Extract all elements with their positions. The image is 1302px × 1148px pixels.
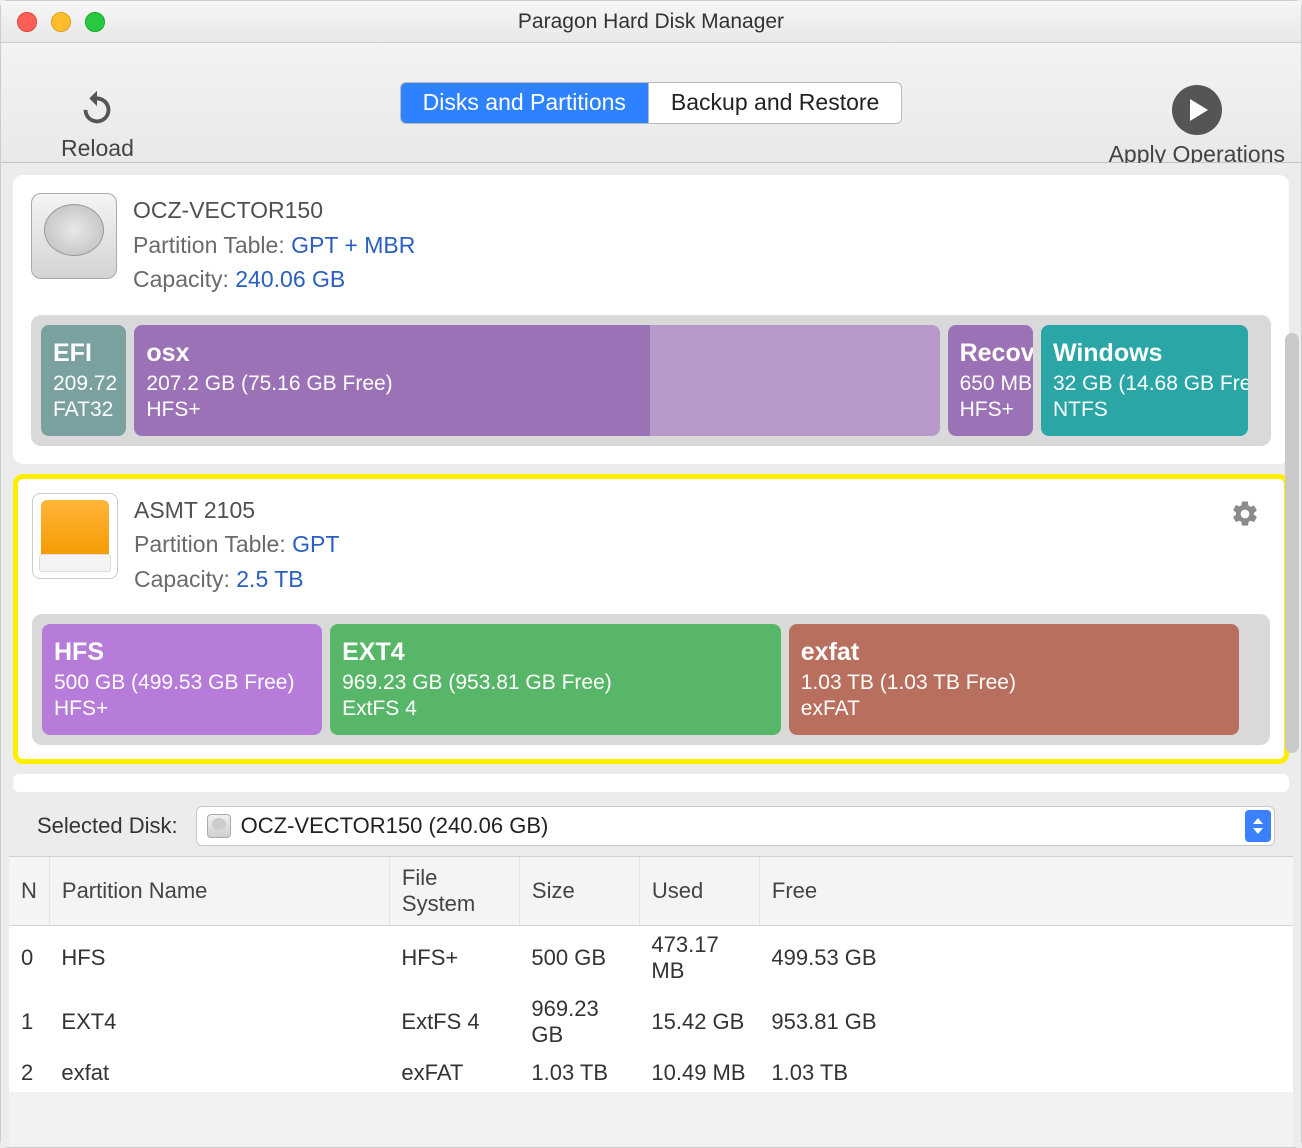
selected-disk-combo[interactable]: OCZ-VECTOR150 (240.06 GB) — [196, 806, 1275, 846]
table-row[interactable]: 0HFSHFS+500 GB473.17 MB499.53 GB — [9, 926, 1293, 991]
capacity-label: Capacity: — [133, 266, 235, 292]
ptable-label: Partition Table: — [133, 232, 291, 258]
partition-fs: ExtFS 4 — [342, 697, 769, 721]
gear-icon[interactable] — [1230, 499, 1260, 534]
hdd-icon — [31, 193, 117, 279]
table-row[interactable]: 1EXT4ExtFS 4969.23 GB15.42 GB953.81 GB — [9, 990, 1293, 1054]
cell-n: 2 — [9, 1054, 49, 1092]
apply-operations-button[interactable]: Apply Operations — [1109, 85, 1285, 168]
cell-size: 500 GB — [519, 926, 639, 991]
partition-size: 1.03 TB (1.03 TB Free) — [801, 671, 1228, 695]
cell-free: 1.03 TB — [759, 1054, 1293, 1092]
col-name[interactable]: Partition Name — [49, 857, 389, 926]
titlebar: Paragon Hard Disk Manager — [1, 1, 1301, 43]
cell-n: 0 — [9, 926, 49, 991]
disk-meta: ASMT 2105 Partition Table: GPT Capacity: 2… — [134, 493, 339, 597]
cell-name: EXT4 — [49, 990, 389, 1054]
partition-fs: FAT32 — [53, 398, 114, 422]
view-segmented-control: Disks and Partitions Backup and Restore — [400, 82, 903, 124]
partition-segment[interactable]: Windows 32 GB (14.68 GB Free)NTFS — [1041, 325, 1248, 436]
cell-size: 969.23 GB — [519, 990, 639, 1054]
cell-fs: exFAT — [389, 1054, 519, 1092]
partition-fs: HFS+ — [960, 398, 1021, 422]
window-title: Paragon Hard Disk Manager — [1, 10, 1301, 34]
hdd-icon — [207, 814, 231, 838]
reload-button[interactable]: Reload — [61, 85, 134, 162]
disk-header: OCZ-VECTOR150 Partition Table: GPT + MBR C… — [31, 193, 1271, 297]
main-scroll-area[interactable]: OCZ-VECTOR150 Partition Table: GPT + MBR C… — [1, 163, 1301, 1147]
reload-label: Reload — [61, 135, 134, 162]
partition-name: HFS — [54, 638, 310, 667]
partition-table: N Partition Name File System Size Used F… — [9, 856, 1293, 1147]
partition-segment[interactable]: HFS 500 GB (499.53 GB Free)HFS+ — [42, 624, 322, 735]
partition-fs: NTFS — [1053, 398, 1236, 422]
cell-n: 1 — [9, 990, 49, 1054]
cell-used: 15.42 GB — [639, 990, 759, 1054]
partition-segment[interactable]: osx207.2 GB (75.16 GB Free)HFS+ — [134, 325, 939, 436]
cell-free: 499.53 GB — [759, 926, 1293, 991]
partition-name: Recovery — [960, 339, 1021, 368]
cell-used: 473.17 MB — [639, 926, 759, 991]
partition-segment[interactable]: EFI 209.72FAT32 — [41, 325, 126, 436]
partition-size: 500 GB (499.53 GB Free) — [54, 671, 310, 695]
selected-disk-label: Selected Disk: — [37, 813, 178, 839]
partition-name: EFI — [53, 339, 114, 368]
col-used[interactable]: Used — [639, 857, 759, 926]
partition-segment[interactable]: Recovery 650 MBHFS+ — [948, 325, 1033, 436]
disk-card[interactable]: ASMT 2105 Partition Table: GPT Capacity: 2… — [13, 474, 1289, 765]
partition-size: 32 GB (14.68 GB Free) — [1053, 372, 1236, 396]
toolbar: Reload Disks and Partitions Backup and R… — [1, 43, 1301, 163]
tab-disks-partitions[interactable]: Disks and Partitions — [401, 83, 649, 123]
cell-name: exfat — [49, 1054, 389, 1092]
col-fs[interactable]: File System — [389, 857, 519, 926]
ptable-label: Partition Table: — [134, 531, 292, 557]
scrollbar[interactable] — [1285, 333, 1299, 753]
selected-disk-value: OCZ-VECTOR150 (240.06 GB) — [241, 813, 549, 839]
col-n[interactable]: N — [9, 857, 49, 926]
table-row[interactable]: 2exfatexFAT1.03 TB10.49 MB1.03 TB — [9, 1054, 1293, 1092]
disk-meta: OCZ-VECTOR150 Partition Table: GPT + MBR C… — [133, 193, 415, 297]
play-icon — [1172, 85, 1222, 135]
cell-fs: HFS+ — [389, 926, 519, 991]
dropdown-stepper-icon[interactable] — [1245, 810, 1271, 842]
capacity-value: 2.5 TB — [236, 566, 303, 592]
partition-fs: HFS+ — [54, 697, 310, 721]
partition-bar: HFS 500 GB (499.53 GB Free)HFS+ EXT4 969.23… — [32, 614, 1270, 745]
cell-name: HFS — [49, 926, 389, 991]
partition-name: exfat — [801, 638, 1228, 667]
table-header-row: N Partition Name File System Size Used F… — [9, 857, 1293, 926]
tab-backup-restore[interactable]: Backup and Restore — [649, 83, 901, 123]
partition-size: 969.23 GB (953.81 GB Free) — [342, 671, 769, 695]
spacer-strip — [13, 774, 1289, 792]
external-drive-icon — [32, 493, 118, 579]
selected-disk-row: Selected Disk: OCZ-VECTOR150 (240.06 GB) — [7, 792, 1295, 856]
partition-bar: EFI 209.72FAT32 osx207.2 GB (75.16 GB Free… — [31, 315, 1271, 446]
capacity-value: 240.06 GB — [235, 266, 345, 292]
cell-size: 1.03 TB — [519, 1054, 639, 1092]
disk-name: OCZ-VECTOR150 — [133, 193, 415, 228]
col-free[interactable]: Free — [759, 857, 1293, 926]
cell-used: 10.49 MB — [639, 1054, 759, 1092]
cell-free: 953.81 GB — [759, 990, 1293, 1054]
capacity-label: Capacity: — [134, 566, 236, 592]
reload-icon — [61, 85, 134, 131]
disk-card[interactable]: OCZ-VECTOR150 Partition Table: GPT + MBR C… — [13, 175, 1289, 464]
partition-name: Windows — [1053, 339, 1236, 368]
col-size[interactable]: Size — [519, 857, 639, 926]
partition-size: 209.72 — [53, 372, 114, 396]
partition-name: EXT4 — [342, 638, 769, 667]
disk-header: ASMT 2105 Partition Table: GPT Capacity: 2… — [32, 493, 1270, 597]
partition-size: 650 MB — [960, 372, 1021, 396]
disk-name: ASMT 2105 — [134, 493, 339, 528]
partition-segment[interactable]: exfat 1.03 TB (1.03 TB Free)exFAT — [789, 624, 1240, 735]
ptable-value: GPT + MBR — [291, 232, 415, 258]
ptable-value: GPT — [292, 531, 339, 557]
partition-fs: exFAT — [801, 697, 1228, 721]
cell-fs: ExtFS 4 — [389, 990, 519, 1054]
partition-segment[interactable]: EXT4 969.23 GB (953.81 GB Free)ExtFS 4 — [330, 624, 781, 735]
